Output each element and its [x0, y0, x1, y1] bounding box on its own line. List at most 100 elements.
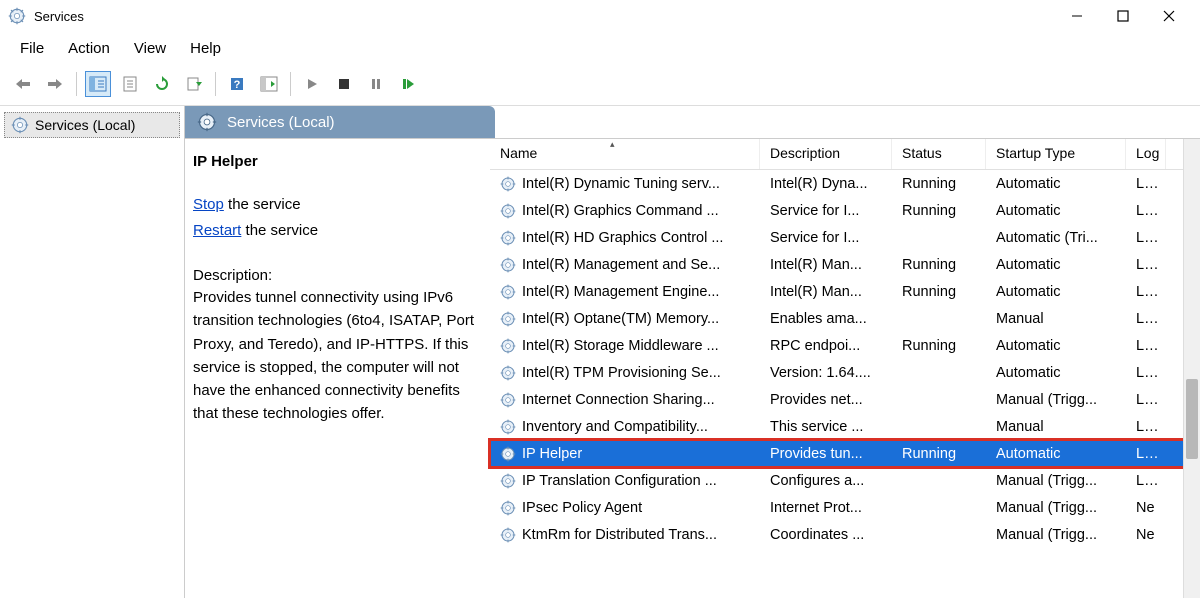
help-button[interactable]: ? [224, 71, 250, 97]
menu-help[interactable]: Help [180, 36, 231, 61]
service-startup-cell: Manual (Trigg... [986, 500, 1126, 516]
service-startup-cell: Manual (Trigg... [986, 473, 1126, 489]
service-status-cell: Running [892, 176, 986, 192]
gear-icon [500, 338, 516, 354]
restart-service-button[interactable] [395, 71, 421, 97]
column-header-status[interactable]: Status [892, 139, 986, 169]
service-row[interactable]: IPsec Policy Agent Internet Prot... Manual… [490, 494, 1200, 521]
vertical-scrollbar[interactable] [1183, 139, 1200, 598]
description-text: Provides tunnel connectivity using IPv6 … [193, 286, 476, 426]
gear-icon [500, 527, 516, 543]
service-row[interactable]: IP HelperProvides tun...RunningAutomatic… [490, 440, 1200, 467]
gear-icon [500, 176, 516, 192]
stop-service-button[interactable] [331, 71, 357, 97]
service-logon-cell: Ne [1126, 500, 1166, 516]
service-logon-cell: Loc [1126, 311, 1166, 327]
service-row[interactable]: Intel(R) Optane(TM) Memory...Enables ama… [490, 305, 1200, 332]
restart-suffix: the service [241, 222, 318, 239]
start-service-button[interactable] [299, 71, 325, 97]
window-controls [1054, 1, 1192, 31]
service-status-cell: Running [892, 338, 986, 354]
service-name-cell: IPsec Policy Agent [522, 500, 642, 516]
app-gear-icon [8, 7, 26, 25]
tree-pane: Services (Local) [0, 106, 185, 598]
titlebar: Services [0, 0, 1200, 32]
service-desc-cell: Intel(R) Man... [760, 284, 892, 300]
window-title: Services [34, 9, 1054, 24]
service-name-cell: Intel(R) Management and Se... [522, 257, 720, 273]
service-desc-cell: Configures a... [760, 473, 892, 489]
service-startup-cell: Automatic [986, 284, 1126, 300]
gear-icon [500, 203, 516, 219]
column-header-startup[interactable]: Startup Type [986, 139, 1126, 169]
main-area: Services (Local) Services (Local) IP Hel… [0, 106, 1200, 598]
service-name-cell: Intel(R) Optane(TM) Memory... [522, 311, 719, 327]
service-desc-cell: Coordinates ... [760, 527, 892, 543]
content-header: Services (Local) [185, 106, 495, 138]
show-hide-tree-button[interactable] [85, 71, 111, 97]
tree-root-services-local[interactable]: Services (Local) [4, 112, 180, 138]
menu-action[interactable]: Action [58, 36, 120, 61]
service-row[interactable]: Inventory and Compatibility...This servi… [490, 413, 1200, 440]
service-startup-cell: Automatic (Tri... [986, 230, 1126, 246]
restart-link[interactable]: Restart [193, 222, 241, 239]
service-startup-cell: Automatic [986, 257, 1126, 273]
service-row[interactable]: Intel(R) Dynamic Tuning serv...Intel(R) … [490, 170, 1200, 197]
service-actions: Stop the service Restart the service [193, 192, 476, 243]
pause-service-button[interactable] [363, 71, 389, 97]
svg-text:?: ? [234, 79, 241, 91]
service-row[interactable]: Intel(R) Storage Middleware ...RPC endpo… [490, 332, 1200, 359]
tree-root-label: Services (Local) [35, 117, 135, 133]
service-status-cell: Running [892, 203, 986, 219]
service-logon-cell: Loc [1126, 284, 1166, 300]
service-startup-cell: Automatic [986, 365, 1126, 381]
service-row[interactable]: Intel(R) Graphics Command ...Service for… [490, 197, 1200, 224]
column-header-logon[interactable]: Log [1126, 139, 1166, 169]
selected-service-name: IP Helper [193, 153, 476, 170]
service-desc-cell: Intel(R) Man... [760, 257, 892, 273]
refresh-button[interactable] [149, 71, 175, 97]
column-header-description[interactable]: Description [760, 139, 892, 169]
column-header-name[interactable]: Name [490, 139, 760, 169]
service-row[interactable]: KtmRm for Distributed Trans...Coordinate… [490, 521, 1200, 548]
service-startup-cell: Manual [986, 419, 1126, 435]
back-button[interactable] [10, 71, 36, 97]
service-row[interactable]: Intel(R) Management Engine... Intel(R) Ma… [490, 278, 1200, 305]
toolbar-extra-button[interactable] [256, 71, 282, 97]
service-row[interactable]: Intel(R) HD Graphics Control ...Service … [490, 224, 1200, 251]
sort-indicator-icon: ▴ [610, 139, 615, 150]
stop-link[interactable]: Stop [193, 196, 224, 213]
service-row[interactable]: Internet Connection Sharing...Provides n… [490, 386, 1200, 413]
menu-file[interactable]: File [10, 36, 54, 61]
service-row[interactable]: IP Translation Configuration ...Configur… [490, 467, 1200, 494]
service-startup-cell: Automatic [986, 446, 1126, 462]
service-row[interactable]: Intel(R) TPM Provisioning Se...Version: … [490, 359, 1200, 386]
service-logon-cell: Loc [1126, 392, 1166, 408]
export-button[interactable] [181, 71, 207, 97]
content-header-label: Services (Local) [227, 114, 335, 131]
service-name-cell: Intel(R) Management Engine... [522, 284, 719, 300]
content-body: IP Helper Stop the service Restart the s… [185, 138, 1200, 598]
service-status-cell: Running [892, 257, 986, 273]
service-name-cell: Intel(R) HD Graphics Control ... [522, 230, 723, 246]
gear-icon [500, 392, 516, 408]
close-button[interactable] [1146, 1, 1192, 31]
properties-button[interactable] [117, 71, 143, 97]
service-desc-cell: Internet Prot... [760, 500, 892, 516]
service-startup-cell: Automatic [986, 176, 1126, 192]
gear-icon [500, 419, 516, 435]
maximize-button[interactable] [1100, 1, 1146, 31]
scroll-thumb[interactable] [1186, 379, 1198, 459]
minimize-button[interactable] [1054, 1, 1100, 31]
stop-suffix: the service [224, 196, 301, 213]
service-logon-cell: Loc [1126, 419, 1166, 435]
menu-view[interactable]: View [124, 36, 176, 61]
service-row[interactable]: Intel(R) Management and Se... Intel(R) Ma… [490, 251, 1200, 278]
forward-button[interactable] [42, 71, 68, 97]
service-startup-cell: Manual (Trigg... [986, 527, 1126, 543]
service-startup-cell: Automatic [986, 203, 1126, 219]
toolbar-separator [76, 72, 77, 96]
service-status-cell: Running [892, 284, 986, 300]
service-logon-cell: Loc [1126, 473, 1166, 489]
service-name-cell: Inventory and Compatibility... [522, 419, 708, 435]
